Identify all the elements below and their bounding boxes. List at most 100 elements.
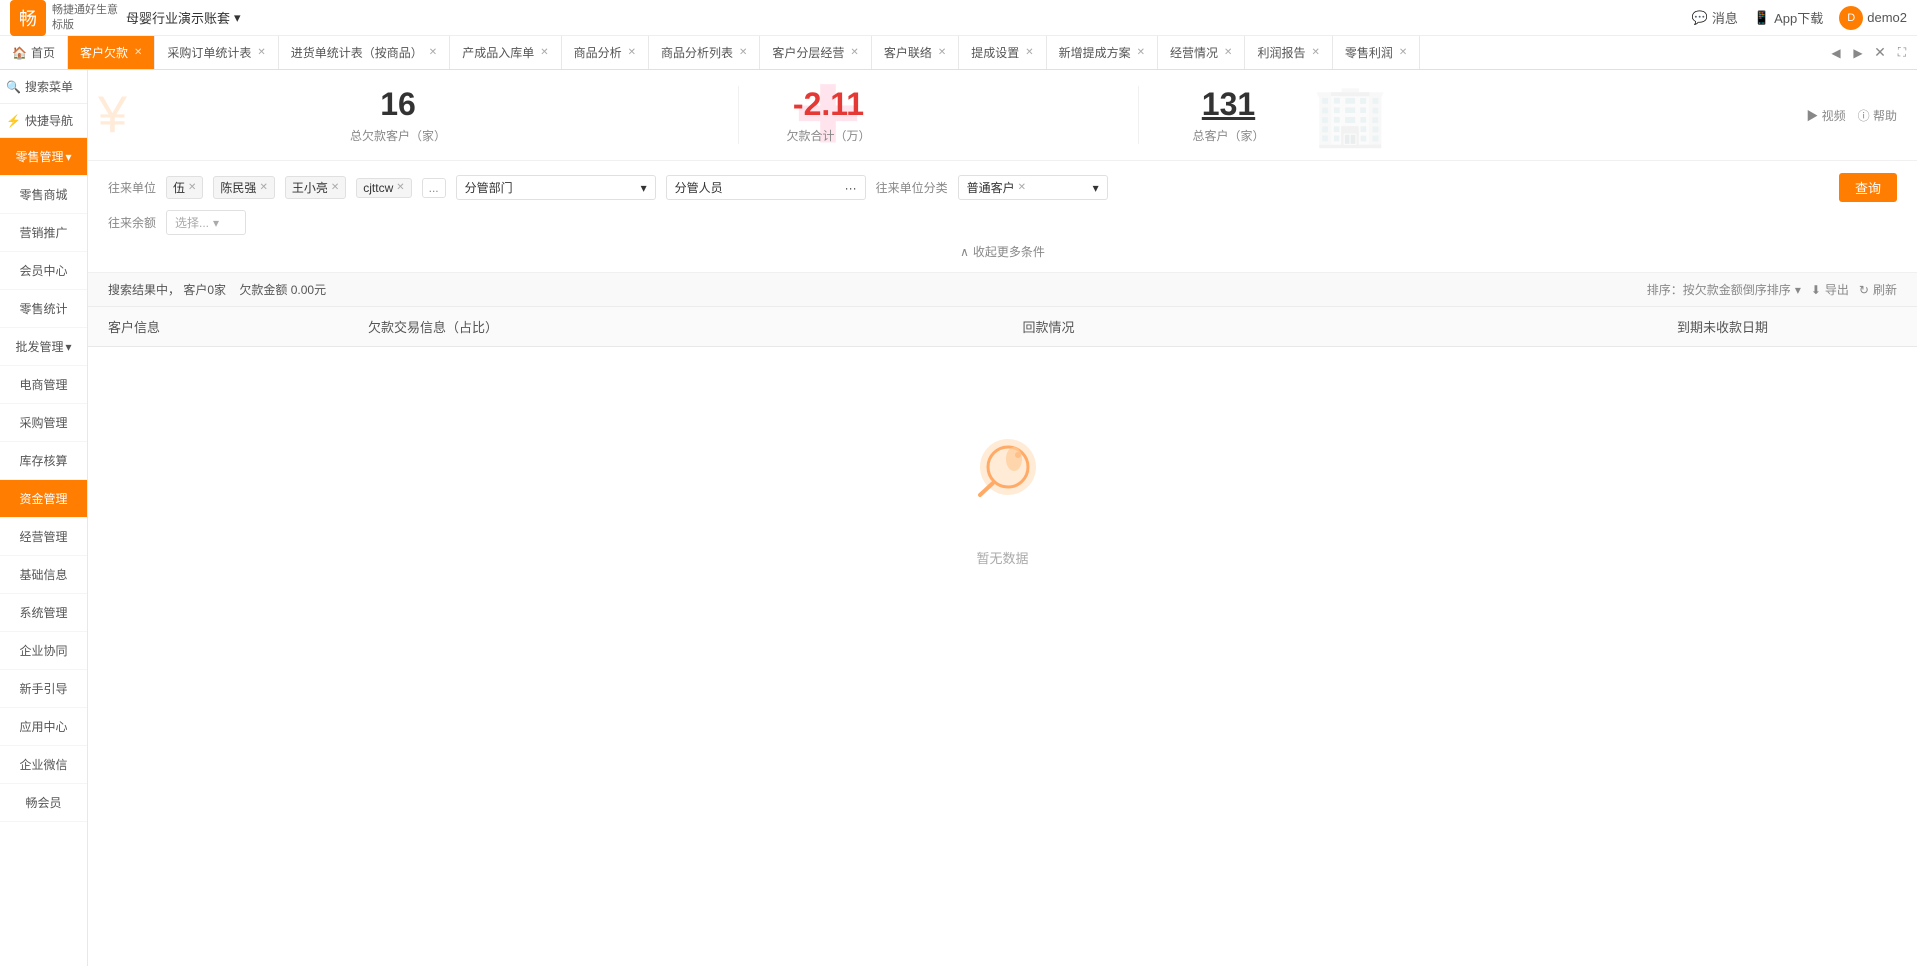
sort-selector[interactable]: 排序：按欠款金额倒序排序 ▾ <box>1647 281 1801 298</box>
tab-product-inbound-label: 产成品入库单 <box>462 44 534 61</box>
stat2-label: 欠款合计（万） <box>786 127 870 144</box>
sidebar-item-member-app[interactable]: 畅会员 <box>0 784 87 822</box>
tab-customer-debt-close[interactable]: ✕ <box>134 47 142 58</box>
tab-purchase-order-close[interactable]: ✕ <box>257 47 265 58</box>
tab-new-commission-plan-close[interactable]: ✕ <box>1137 47 1145 58</box>
tab-new-commission-plan-label: 新增提成方案 <box>1059 44 1131 61</box>
logo-icon: 畅 <box>10 0 46 36</box>
tab-retail-profit-close[interactable]: ✕ <box>1399 47 1407 58</box>
user-menu[interactable]: D demo2 <box>1839 6 1907 30</box>
filter-more-tags-button[interactable]: ... <box>422 178 446 198</box>
filter-tag-unit4-close[interactable]: ✕ <box>396 182 404 193</box>
tab-product-analysis-list-close[interactable]: ✕ <box>739 47 747 58</box>
tab-customer-contact-label: 客户联络 <box>884 44 932 61</box>
tab-product-analysis[interactable]: 商品分析 ✕ <box>562 36 649 70</box>
table-col4-header: 到期未收款日期 <box>1677 317 1897 336</box>
unit-type-select[interactable]: 普通客户 ✕ ▾ <box>958 175 1108 200</box>
filter-tag-unit1-close[interactable]: ✕ <box>188 182 196 193</box>
tab-commission-settings-close[interactable]: ✕ <box>1025 47 1033 58</box>
sidebar-item-ecommerce[interactable]: 电商管理 <box>0 366 87 404</box>
tab-expand-button[interactable]: ⛶ <box>1891 42 1913 64</box>
tab-prev-button[interactable]: ◀ <box>1825 42 1847 64</box>
tab-profit-report[interactable]: 利润报告 ✕ <box>1245 36 1332 70</box>
sidebar-item-wholesale-mgmt[interactable]: 批发管理 ▾ <box>0 328 87 366</box>
search-icon: 🔍 <box>6 80 21 94</box>
tab-commission-settings[interactable]: 提成设置 ✕ <box>959 36 1046 70</box>
tab-next-button[interactable]: ▶ <box>1847 42 1869 64</box>
result-summary: 搜索结果中， 客户0家 欠款金额 0.00元 <box>108 281 326 298</box>
sidebar-item-retail-mgmt[interactable]: 零售管理 ▾ <box>0 138 87 176</box>
sidebar-item-retail-stats[interactable]: 零售统计 <box>0 290 87 328</box>
help-link[interactable]: ⓘ 帮助 <box>1858 107 1897 124</box>
filter-tag-unit2[interactable]: 陈民强 ✕ <box>213 176 274 199</box>
message-button[interactable]: 💬 消息 <box>1692 8 1738 27</box>
sidebar-item-basic-info[interactable]: 基础信息 <box>0 556 87 594</box>
balance-input[interactable]: 选择... ▾ <box>166 210 246 235</box>
sidebar-item-purchase-mgmt[interactable]: 采购管理 <box>0 404 87 442</box>
sidebar-item-system-mgmt-label: 系统管理 <box>19 606 67 620</box>
tab-business-situation[interactable]: 经营情况 ✕ <box>1158 36 1245 70</box>
app-download-label: App下载 <box>1774 8 1823 27</box>
sidebar-item-marketing[interactable]: 营销推广 <box>0 214 87 252</box>
tab-inbound-stats-close[interactable]: ✕ <box>429 47 437 58</box>
dept-chevron-icon: ▾ <box>641 181 647 195</box>
sidebar-item-finance-mgmt-label: 资金管理 <box>19 492 67 506</box>
tab-profit-report-close[interactable]: ✕ <box>1311 47 1319 58</box>
tab-retail-profit[interactable]: 零售利润 ✕ <box>1333 36 1420 70</box>
collapse-row: ∧ 收起更多条件 <box>108 243 1897 260</box>
store-selector[interactable]: 母婴行业演示账套 ▾ <box>126 8 241 27</box>
sidebar-item-inventory[interactable]: 库存核算 <box>0 442 87 480</box>
tab-inbound-stats[interactable]: 进货单统计表（按商品） ✕ <box>279 36 450 70</box>
tab-business-situation-close[interactable]: ✕ <box>1224 47 1232 58</box>
tab-home-label: 首页 <box>31 44 55 61</box>
export-button[interactable]: ⬇ 导出 <box>1811 281 1849 298</box>
tab-customer-tier-close[interactable]: ✕ <box>850 47 858 58</box>
sidebar-item-app-center[interactable]: 应用中心 <box>0 708 87 746</box>
sidebar-item-retail-mall[interactable]: 零售商城 <box>0 176 87 214</box>
tab-customer-contact-close[interactable]: ✕ <box>938 47 946 58</box>
sidebar-item-business-mgmt[interactable]: 经营管理 <box>0 518 87 556</box>
tab-customer-contact[interactable]: 客户联络 ✕ <box>872 36 959 70</box>
unit-type-tag[interactable]: 普通客户 ✕ <box>967 179 1026 196</box>
tab-home[interactable]: 🏠 首页 <box>0 36 68 70</box>
tab-product-analysis-close[interactable]: ✕ <box>628 47 636 58</box>
filter-tag-unit3-close[interactable]: ✕ <box>331 182 339 193</box>
sidebar-item-newbie-guide[interactable]: 新手引导 <box>0 670 87 708</box>
dept-filter[interactable]: 分管部门 ▾ <box>456 175 656 200</box>
tab-close-all-button[interactable]: ✕ <box>1869 42 1891 64</box>
person-filter[interactable]: 分管人员 ··· <box>666 175 866 200</box>
chevron-down-icon: ▾ <box>234 10 241 26</box>
collapse-button[interactable]: ∧ 收起更多条件 <box>960 243 1045 260</box>
refresh-button[interactable]: ↻ 刷新 <box>1859 281 1897 298</box>
tab-product-inbound[interactable]: 产成品入库单 ✕ <box>450 36 561 70</box>
sidebar-search[interactable]: 🔍 搜索菜单 <box>0 70 87 104</box>
tab-purchase-order[interactable]: 采购订单统计表 ✕ <box>155 36 278 70</box>
sidebar-item-retail-mall-label: 零售商城 <box>19 188 67 202</box>
sidebar-item-system-mgmt[interactable]: 系统管理 <box>0 594 87 632</box>
filter-tag-unit2-close[interactable]: ✕ <box>259 182 267 193</box>
sidebar-item-enterprise-collab[interactable]: 企业协同 <box>0 632 87 670</box>
query-button[interactable]: 查询 <box>1839 173 1897 202</box>
tab-product-inbound-close[interactable]: ✕ <box>540 47 548 58</box>
tab-customer-debt[interactable]: 客户欠款 ✕ <box>68 36 155 70</box>
sidebar-item-member-center[interactable]: 会员中心 <box>0 252 87 290</box>
filter-tag-unit4[interactable]: cjttcw ✕ <box>356 178 411 198</box>
sidebar-item-enterprise-wechat[interactable]: 企业微信 <box>0 746 87 784</box>
app-download-button[interactable]: 📱 App下载 <box>1754 8 1823 27</box>
filter-tag-unit1[interactable]: 伍 ✕ <box>166 176 203 199</box>
tab-customer-tier-label: 客户分层经营 <box>772 44 844 61</box>
tab-product-analysis-list[interactable]: 商品分析列表 ✕ <box>649 36 760 70</box>
unit-type-tag-close[interactable]: ✕ <box>1018 182 1026 193</box>
tab-new-commission-plan[interactable]: 新增提成方案 ✕ <box>1047 36 1158 70</box>
tab-customer-tier[interactable]: 客户分层经营 ✕ <box>760 36 871 70</box>
tab-profit-report-label: 利润报告 <box>1257 44 1305 61</box>
person-filter-label: 分管人员 <box>675 179 723 196</box>
sidebar-item-finance-mgmt[interactable]: 资金管理 <box>0 480 87 518</box>
tab-business-situation-label: 经营情况 <box>1170 44 1218 61</box>
unit-type-filter-label: 往来单位分类 <box>876 179 948 196</box>
sidebar-item-app-center-label: 应用中心 <box>19 720 67 734</box>
video-link[interactable]: ▶ 视频 <box>1806 107 1845 124</box>
sidebar-quick-nav[interactable]: ⚡ 快捷导航 <box>0 104 87 138</box>
header-right: 💬 消息 📱 App下载 D demo2 <box>1692 6 1907 30</box>
filter-tag-unit3[interactable]: 王小亮 ✕ <box>285 176 346 199</box>
